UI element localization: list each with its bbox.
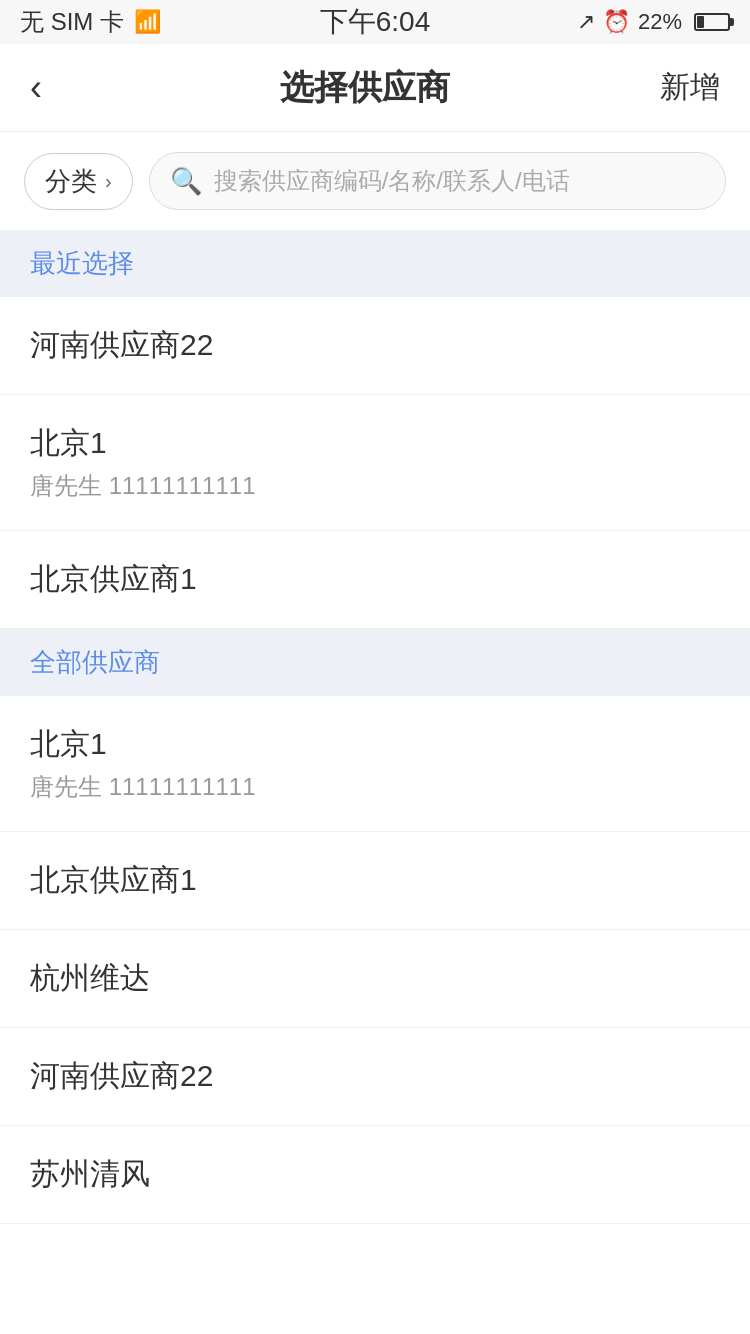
chevron-right-icon: › [105, 170, 112, 193]
item-name: 北京1 [30, 423, 720, 464]
add-button[interactable]: 新增 [640, 67, 720, 108]
list-item[interactable]: 河南供应商22 [0, 1028, 750, 1126]
all-section-header: 全部供应商 [0, 629, 750, 696]
category-label: 分类 [45, 164, 97, 199]
sim-status: 无 SIM 卡 [20, 6, 124, 38]
list-item[interactable]: 杭州维达 [0, 930, 750, 1028]
recent-section-header: 最近选择 [0, 230, 750, 297]
status-left: 无 SIM 卡 📶 [20, 6, 161, 38]
item-name: 苏州清风 [30, 1154, 720, 1195]
item-name: 河南供应商22 [30, 1056, 720, 1097]
nav-bar: ‹ 选择供应商 新增 [0, 44, 750, 132]
search-box[interactable]: 🔍 搜索供应商编码/名称/联系人/电话 [149, 152, 726, 210]
wifi-icon: 📶 [134, 9, 161, 35]
item-name: 杭州维达 [30, 958, 720, 999]
alarm-icon: ⏰ [603, 9, 630, 35]
battery-percent: 22% [638, 9, 682, 35]
list-item[interactable]: 苏州清风 [0, 1126, 750, 1224]
item-name: 北京1 [30, 724, 720, 765]
list-item[interactable]: 北京1 唐先生 11111111111 [0, 696, 750, 832]
page-title: 选择供应商 [90, 65, 640, 111]
all-list: 北京1 唐先生 11111111111 北京供应商1 杭州维达河南供应商22 苏州清风 [0, 696, 750, 1224]
list-item[interactable]: 河南供应商22 [0, 297, 750, 395]
battery-icon [694, 13, 730, 31]
status-right: ↗ ⏰ 22% [577, 9, 730, 35]
back-button[interactable]: ‹ [30, 67, 90, 109]
recent-list: 河南供应商22 北京1 唐先生 11111111111 北京供应商1 [0, 297, 750, 629]
item-sub: 唐先生 11111111111 [30, 470, 720, 502]
item-name: 河南供应商22 [30, 325, 720, 366]
item-name: 北京供应商1 [30, 559, 720, 600]
status-time: 下午6:04 [320, 3, 431, 41]
list-item[interactable]: 北京1 唐先生 11111111111 [0, 395, 750, 531]
category-button[interactable]: 分类 › [24, 153, 133, 210]
list-item[interactable]: 北京供应商1 [0, 832, 750, 930]
search-placeholder: 搜索供应商编码/名称/联系人/电话 [214, 165, 570, 197]
filter-bar: 分类 › 🔍 搜索供应商编码/名称/联系人/电话 [0, 132, 750, 230]
list-item[interactable]: 北京供应商1 [0, 531, 750, 629]
status-bar: 无 SIM 卡 📶 下午6:04 ↗ ⏰ 22% [0, 0, 750, 44]
location-icon: ↗ [577, 9, 595, 35]
item-name: 北京供应商1 [30, 860, 720, 901]
search-icon: 🔍 [170, 166, 202, 197]
item-sub: 唐先生 11111111111 [30, 771, 720, 803]
